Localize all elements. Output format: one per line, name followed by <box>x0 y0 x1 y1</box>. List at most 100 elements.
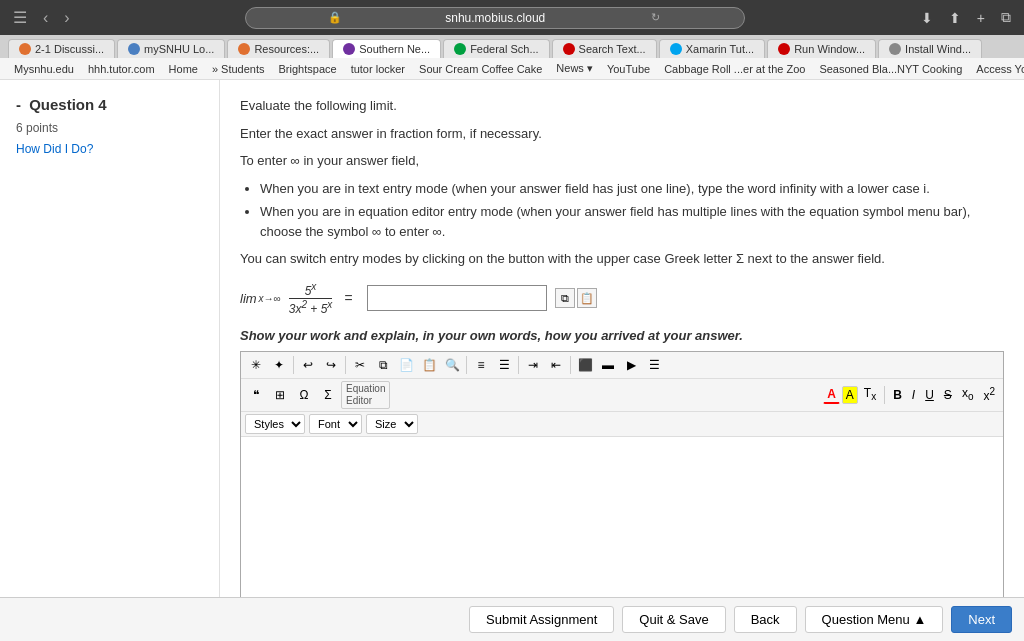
address-bar[interactable]: 🔒 snhu.mobius.cloud ↻ <box>245 7 745 29</box>
bookmark-tutor[interactable]: hhh.tutor.com <box>82 62 161 76</box>
bookmark-youtube[interactable]: YouTube <box>601 62 656 76</box>
question-number: Question 4 <box>29 96 107 113</box>
toolbar-align-left[interactable]: ⬛ <box>574 354 596 376</box>
toolbar-superscript[interactable]: x2 <box>979 384 999 405</box>
toolbar-justify[interactable]: ☰ <box>643 354 665 376</box>
toolbar-highlight[interactable]: A <box>842 386 858 404</box>
bookmark-access[interactable]: Access Your ...se Tax Board <box>970 62 1024 76</box>
bookmark-brightspace[interactable]: Brightspace <box>273 62 343 76</box>
bookmark-news[interactable]: News ▾ <box>550 61 599 76</box>
next-button[interactable]: Next <box>951 606 1012 633</box>
toolbar-sigma[interactable]: Σ <box>317 384 339 406</box>
toolbar-outdent[interactable]: ⇤ <box>545 354 567 376</box>
tab-2[interactable]: Resources:... <box>227 39 330 58</box>
toolbar-strikethrough[interactable]: S <box>940 386 956 404</box>
tab-favicon-2 <box>238 43 250 55</box>
right-content: Evaluate the following limit. Enter the … <box>220 80 1024 597</box>
toolbar-align-right[interactable]: ▶ <box>620 354 642 376</box>
tab-6[interactable]: Xamarin Tut... <box>659 39 765 58</box>
tab-7[interactable]: Run Window... <box>767 39 876 58</box>
fraction-display: 5x 3x2 + 5x <box>289 281 333 316</box>
sep-2 <box>345 356 346 374</box>
toolbar-cut[interactable]: ✂ <box>349 354 371 376</box>
instruction-fraction: Enter the exact answer in fraction form,… <box>240 124 1004 144</box>
bookmark-students[interactable]: » Students <box>206 62 271 76</box>
tab-5[interactable]: Search Text... <box>552 39 657 58</box>
infinity-intro: To enter ∞ in your answer field, <box>240 151 1004 171</box>
bookmark-home[interactable]: Home <box>163 62 204 76</box>
back-button[interactable]: Back <box>734 606 797 633</box>
how-did-link[interactable]: How Did I Do? <box>16 142 93 156</box>
tab-1[interactable]: mySNHU Lo... <box>117 39 225 58</box>
toolbar-row-2: ❝ ⊞ Ω Σ EquationEditor A A Tx B I U S xo… <box>241 379 1003 412</box>
quit-save-button[interactable]: Quit & Save <box>622 606 725 633</box>
bookmark-mysnhu[interactable]: Mysnhu.edu <box>8 62 80 76</box>
infinity-bullets: When you are in text entry mode (when yo… <box>260 179 1004 242</box>
bookmark-cabbage[interactable]: Cabbage Roll ...er at the Zoo <box>658 62 811 76</box>
new-tab-icon[interactable]: + <box>972 8 990 28</box>
tab-label-5: Search Text... <box>579 43 646 55</box>
lim-text: lim <box>240 291 257 306</box>
editor-container: ✳ ✦ ↩ ↪ ✂ ⧉ 📄 📋 🔍 ≡ ☰ ⇥ ⇤ <box>240 351 1004 598</box>
bookmark-tutor-locker[interactable]: tutor locker <box>345 62 411 76</box>
toolbar-italic[interactable]: I <box>908 386 919 404</box>
question-title: - Question 4 <box>16 96 203 113</box>
tab-label-7: Run Window... <box>794 43 865 55</box>
toolbar-font-color[interactable]: A <box>823 385 840 404</box>
tab-8[interactable]: Install Wind... <box>878 39 982 58</box>
tab-favicon-3 <box>343 43 355 55</box>
toolbar-copy[interactable]: ⧉ <box>372 354 394 376</box>
toolbar-paste2[interactable]: 📋 <box>418 354 440 376</box>
question-menu-button[interactable]: Question Menu ▲ <box>805 606 944 633</box>
forward-nav-btn[interactable]: › <box>59 7 74 29</box>
toolbar-remove-format[interactable]: Tx <box>860 384 880 404</box>
reload-icon: ↻ <box>578 11 732 24</box>
toolbar-indent[interactable]: ⇥ <box>522 354 544 376</box>
work-label-text: Show your work and explain, in your own … <box>240 328 743 343</box>
toolbar-table[interactable]: ⊞ <box>269 384 291 406</box>
share-icon[interactable]: ⬆ <box>944 8 966 28</box>
tab-favicon-8 <box>889 43 901 55</box>
answer-input[interactable] <box>367 285 547 311</box>
tab-label-3: Southern Ne... <box>359 43 430 55</box>
toolbar-special2[interactable]: ✦ <box>268 354 290 376</box>
back-nav-btn[interactable]: ‹ <box>38 7 53 29</box>
toolbar-find[interactable]: 🔍 <box>441 354 463 376</box>
tab-4[interactable]: Federal Sch... <box>443 39 549 58</box>
submit-assignment-button[interactable]: Submit Assignment <box>469 606 614 633</box>
tab-0[interactable]: 2-1 Discussi... <box>8 39 115 58</box>
toolbar-omega[interactable]: Ω <box>293 384 315 406</box>
tab-favicon-7 <box>778 43 790 55</box>
tab-label-4: Federal Sch... <box>470 43 538 55</box>
copy-icon[interactable]: ⧉ <box>555 288 575 308</box>
math-formula: lim x→∞ 5x 3x2 + 5x = <box>240 281 359 316</box>
toolbar-align-center[interactable]: ▬ <box>597 354 619 376</box>
points-text: 6 points <box>16 121 203 135</box>
editor-body[interactable] <box>241 437 1003 597</box>
equals-sign: = <box>344 290 352 306</box>
switch-note: You can switch entry modes by clicking o… <box>240 249 1004 269</box>
bookmark-seasoned[interactable]: Seasoned Bla...NYT Cooking <box>813 62 968 76</box>
toolbar-paste1[interactable]: 📄 <box>395 354 417 376</box>
toolbar-special1[interactable]: ✳ <box>245 354 267 376</box>
tab-3[interactable]: Southern Ne... <box>332 39 441 58</box>
toolbar-subscript[interactable]: xo <box>958 384 978 404</box>
download-icon[interactable]: ⬇ <box>916 8 938 28</box>
bookmark-coffee[interactable]: Sour Cream Coffee Cake <box>413 62 548 76</box>
toolbar-underline[interactable]: U <box>921 386 938 404</box>
sidebar-toggle-btn[interactable]: ☰ <box>8 6 32 29</box>
styles-dropdown[interactable]: Styles <box>245 414 305 434</box>
toolbar-undo[interactable]: ↩ <box>297 354 319 376</box>
toolbar-list-ordered[interactable]: ≡ <box>470 354 492 376</box>
math-icons: ⧉ 📋 <box>555 288 597 308</box>
toolbar-redo[interactable]: ↪ <box>320 354 342 376</box>
windows-icon[interactable]: ⧉ <box>996 7 1016 28</box>
toolbar-bold[interactable]: B <box>889 386 906 404</box>
paste-icon[interactable]: 📋 <box>577 288 597 308</box>
tab-favicon-0 <box>19 43 31 55</box>
toolbar-blockquote[interactable]: ❝ <box>245 384 267 406</box>
font-dropdown[interactable]: Font <box>309 414 362 434</box>
size-dropdown[interactable]: Size <box>366 414 418 434</box>
toolbar-list-unordered[interactable]: ☰ <box>493 354 515 376</box>
tab-favicon-6 <box>670 43 682 55</box>
